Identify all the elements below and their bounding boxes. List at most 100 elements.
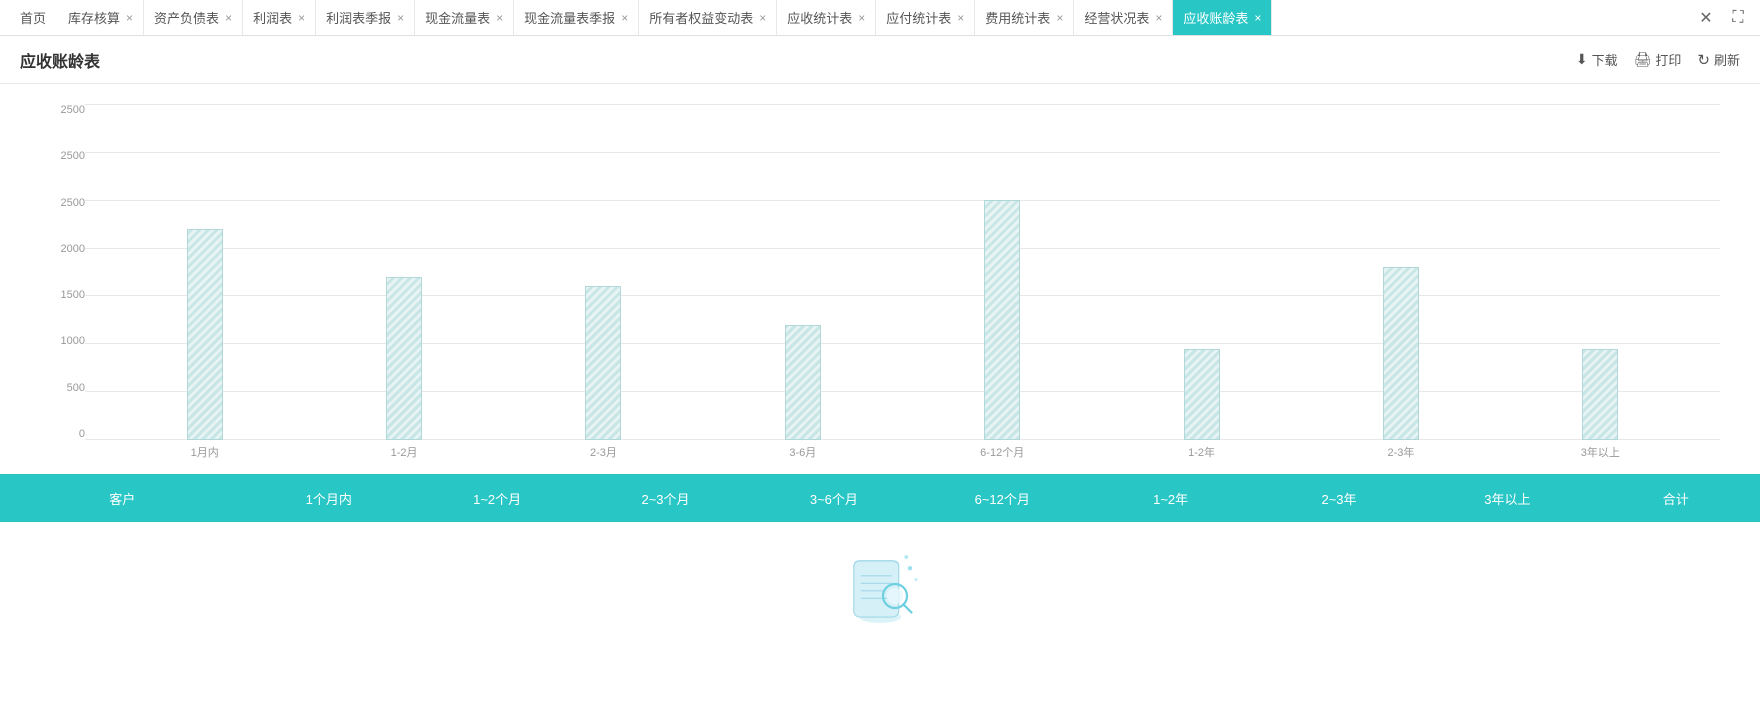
tab-ap-stats[interactable]: 应付统计表 × [876,0,975,36]
window-maximize-button[interactable]: ⛶ [1724,4,1752,32]
tab-equity-label: 所有者权益变动表 [649,8,753,27]
table-header-cell-4: 3~6个月 [750,489,918,508]
page-title: 应收账龄表 [20,48,100,72]
tab-profit-quarterly-close[interactable]: × [397,11,404,25]
download-label: 下载 [1592,50,1618,69]
tab-expense-stats-close[interactable]: × [1056,11,1063,25]
bar-fill-6 [1383,267,1419,440]
table-header-cell-9: 合计 [1592,489,1760,508]
tab-expense-stats-label: 费用统计表 [985,8,1050,27]
tab-equity-close[interactable]: × [759,11,766,25]
bar-3 [785,325,821,440]
bar-group-5 [1102,104,1301,440]
tab-profit[interactable]: 利润表 × [243,0,316,36]
bar-fill-7 [1582,349,1618,440]
bars-row [85,104,1720,440]
tab-cashflow-quarterly-close[interactable]: × [621,11,628,25]
x-label-0: 1月内 [105,444,304,460]
chart-body: 1月内1-2月2-3月3-6月6-12个月1-2年2-3年3年以上 [85,104,1720,464]
table-header-cell-3: 2~3个月 [581,489,749,508]
tab-ar-stats-close[interactable]: × [858,11,865,25]
print-button[interactable]: 🖨 打印 [1634,50,1682,69]
tab-inventory-label: 库存核算 [68,8,120,27]
table-header-cell-5: 6~12个月 [918,489,1086,508]
x-label-1: 1-2月 [304,444,503,460]
main-content: 2500 2500 2500 2000 1500 1000 500 0 [0,84,1760,720]
tab-operation[interactable]: 经营状况表 × [1074,0,1173,36]
tab-profit-quarterly[interactable]: 利润表季报 × [316,0,415,36]
tab-inventory[interactable]: 库存核算 × [58,0,144,36]
tab-ar-aging[interactable]: 应收账龄表 × [1173,0,1272,36]
tab-operation-label: 经营状况表 [1084,8,1149,27]
bar-group-6 [1301,104,1500,440]
table-header-cell-8: 3年以上 [1423,489,1591,508]
refresh-label: 刷新 [1714,50,1740,69]
refresh-button[interactable]: ↻ 刷新 [1697,50,1740,69]
tab-balance-sheet-close[interactable]: × [225,11,232,25]
bar-7 [1582,349,1618,440]
tab-ap-stats-close[interactable]: × [957,11,964,25]
y-axis: 2500 2500 2500 2000 1500 1000 500 0 [40,104,85,464]
svg-text:···: ··· [892,558,900,567]
bar-0 [187,229,223,440]
bar-fill-4 [984,200,1020,440]
bar-fill-5 [1184,349,1220,440]
chart-area: 2500 2500 2500 2000 1500 1000 500 0 [0,84,1760,474]
tab-ar-aging-close[interactable]: × [1254,11,1261,25]
bar-group-3 [703,104,902,440]
page-header: 应收账龄表 ⬇ 下载 🖨 打印 ↻ 刷新 [0,36,1760,84]
tab-cashflow-quarterly[interactable]: 现金流量表季报 × [514,0,639,36]
y-label-1500: 1500 [61,289,85,301]
bar-fill-3 [785,325,821,440]
bar-2 [585,286,621,440]
tab-bar: 首页 库存核算 × 资产负债表 × 利润表 × 利润表季报 × 现金流量表 × … [0,0,1760,36]
tab-profit-close[interactable]: × [298,11,305,25]
table-header-cell-1: 1个月内 [245,489,413,508]
bar-4 [984,200,1020,440]
x-labels: 1月内1-2月2-3月3-6月6-12个月1-2年2-3年3年以上 [85,440,1720,464]
tab-cashflow[interactable]: 现金流量表 × [415,0,514,36]
tab-profit-label: 利润表 [253,8,292,27]
table-header-cell-0: 客户 [0,489,245,508]
table-header-cell-7: 2~3年 [1255,489,1423,508]
tab-ap-stats-label: 应付统计表 [886,8,951,27]
x-label-3: 3-6月 [703,444,902,460]
refresh-icon: ↻ [1697,51,1710,69]
tab-expense-stats[interactable]: 费用统计表 × [975,0,1074,36]
bar-group-0 [105,104,304,440]
y-label-2000: 2000 [61,243,85,255]
bar-fill-2 [585,286,621,440]
y-label-500: 500 [67,382,85,394]
table-header: 客户1个月内1~2个月2~3个月3~6个月6~12个月1~2年2~3年3年以上合… [0,474,1760,522]
tab-cashflow-close[interactable]: × [496,11,503,25]
x-label-5: 1-2年 [1102,444,1301,460]
tab-profit-quarterly-label: 利润表季报 [326,8,391,27]
chart-inner: 2500 2500 2500 2000 1500 1000 500 0 [40,104,1720,464]
tab-balance-sheet-label: 资产负债表 [154,8,219,27]
download-icon: ⬇ [1576,51,1588,68]
tab-bar-actions: ✕ ⛶ [1692,4,1752,32]
bar-group-2 [504,104,703,440]
bar-fill-0 [187,229,223,440]
tab-ar-stats[interactable]: 应收统计表 × [777,0,876,36]
y-label-2500b: 2500 [61,150,85,162]
x-label-7: 3年以上 [1501,444,1700,460]
y-label-2500a: 2500 [61,104,85,116]
bar-6 [1383,267,1419,440]
tab-inventory-close[interactable]: × [126,11,133,25]
tab-balance-sheet[interactable]: 资产负债表 × [144,0,243,36]
tab-home[interactable]: 首页 [8,8,58,27]
tab-equity[interactable]: 所有者权益变动表 × [639,0,777,36]
header-actions: ⬇ 下载 🖨 打印 ↻ 刷新 [1576,50,1740,69]
bar-1 [386,277,422,440]
y-label-2500c: 2500 [61,197,85,209]
print-label: 打印 [1655,50,1681,69]
tab-cashflow-label: 现金流量表 [425,8,490,27]
y-label-1000: 1000 [61,335,85,347]
bar-group-7 [1501,104,1700,440]
tab-operation-close[interactable]: × [1155,11,1162,25]
table-header-cell-6: 1~2年 [1086,489,1254,508]
window-close-button[interactable]: ✕ [1692,4,1720,32]
download-button[interactable]: ⬇ 下载 [1576,50,1618,69]
table-header-cell-2: 1~2个月 [413,489,581,508]
